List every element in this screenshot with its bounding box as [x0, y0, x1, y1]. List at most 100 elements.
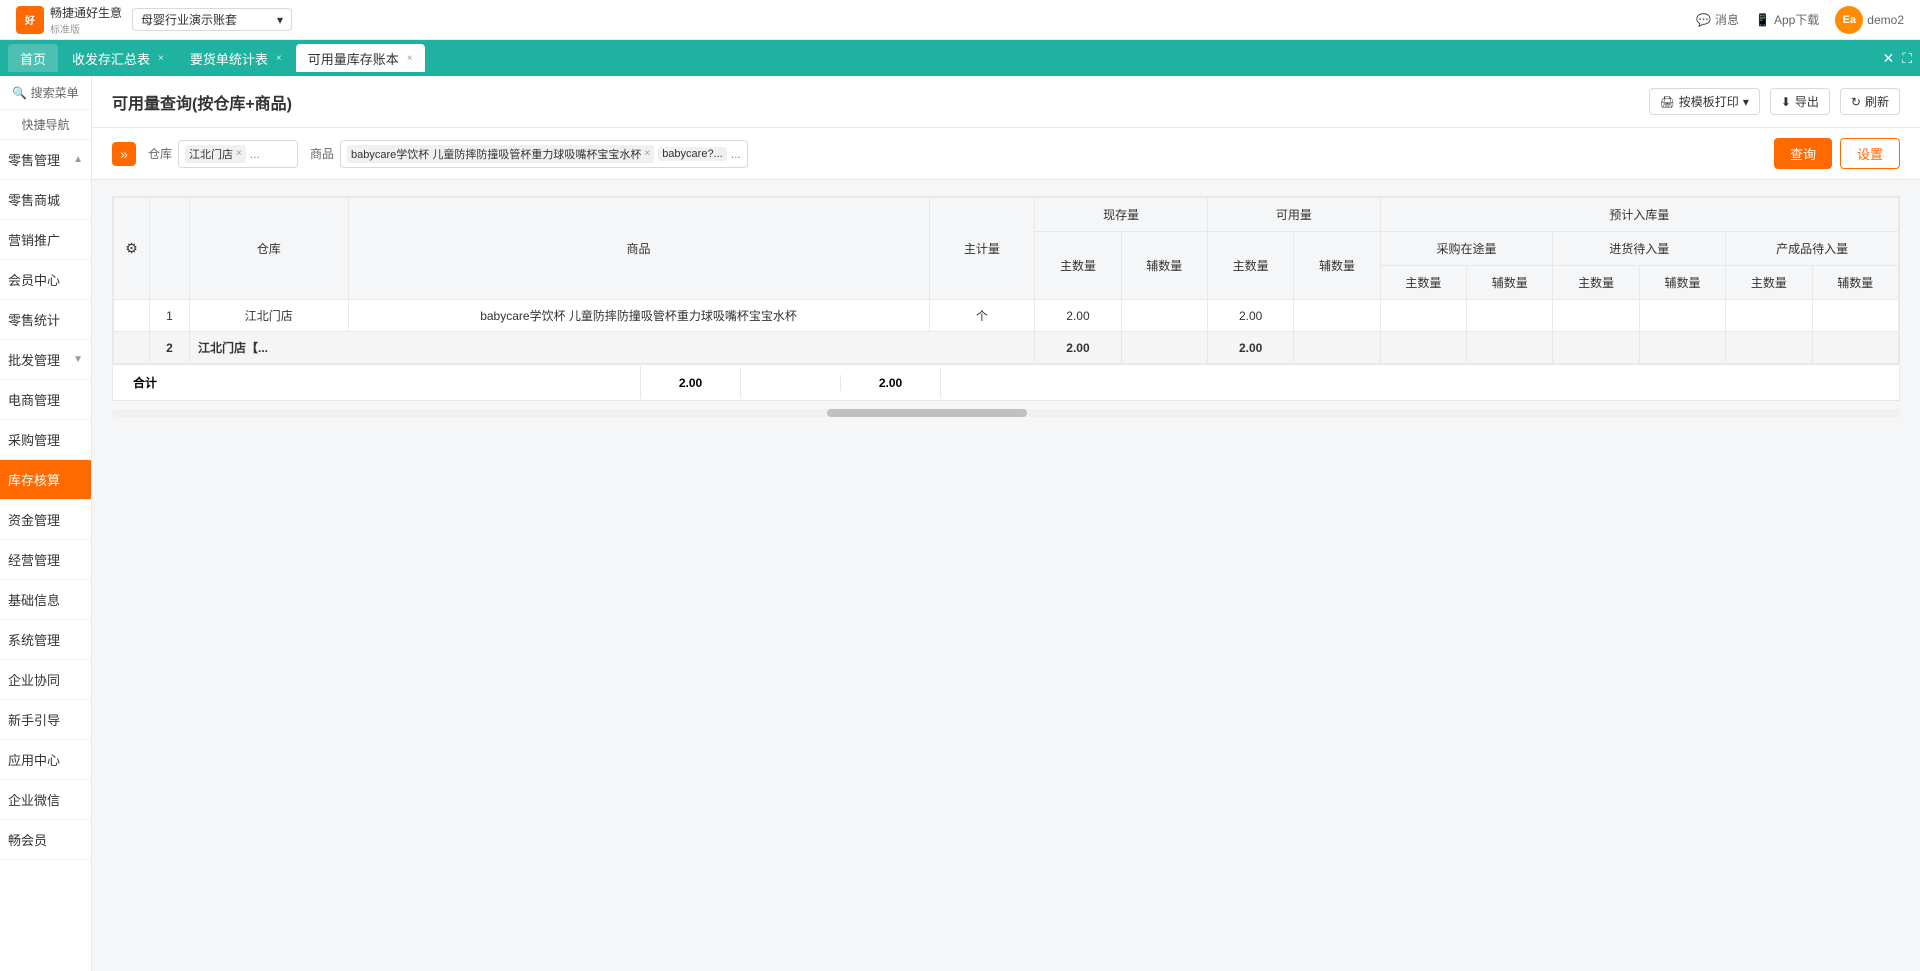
scrollbar-thumb[interactable] [827, 409, 1027, 417]
expand-icon[interactable]: ⛶ [1902, 50, 1912, 67]
user-area[interactable]: Ea demo2 [1835, 6, 1904, 34]
industry-selector[interactable]: 母婴行业演示账套 ▾ [132, 8, 292, 31]
table-row: 1 江北门店 babycare学饮杯 儿童防摔防撞吸管杯重力球吸嘴杯宝宝水杯 个… [114, 300, 1899, 332]
col-purchase-main-header: 主数量 [1380, 266, 1466, 300]
warehouse-more-btn[interactable]: ... [250, 147, 260, 161]
row-production-main-cell [1726, 300, 1812, 332]
app-download-btn[interactable]: 📱 App下载 [1755, 11, 1819, 28]
top-bar-left: 好 畅捷通好生意 标准版 母婴行业演示账套 ▾ [16, 4, 292, 36]
row-unit-cell: 个 [929, 300, 1035, 332]
tab-actions: ✕ ⛶ [1882, 50, 1912, 67]
chevron-down-icon-wholesale: ▼ [73, 354, 83, 365]
expand-arrows-icon: » [120, 146, 128, 162]
footer-avail-main: 2.00 [841, 368, 941, 398]
col-avail-aux-header: 辅数量 [1294, 232, 1380, 300]
product-tag-close[interactable]: × [644, 148, 650, 159]
product-label: 商品 [310, 145, 334, 162]
warehouse-tag-close[interactable]: × [236, 148, 242, 159]
settings-btn[interactable]: 设置 [1840, 138, 1900, 169]
sidebar-item-retail-stats[interactable]: 零售统计 [0, 300, 91, 340]
message-btn[interactable]: 💬 消息 [1696, 11, 1739, 28]
warehouse-label: 仓库 [148, 145, 172, 162]
row-settings-cell [114, 300, 150, 332]
warehouse-filter-tags[interactable]: 江北门店 × ... [178, 140, 298, 168]
scroll-area[interactable]: ⚙ 仓库 商品 主计量 现存量 [112, 196, 1900, 365]
export-btn[interactable]: ⬇ 导出 [1770, 88, 1830, 115]
sidebar-item-operations[interactable]: 经营管理 [0, 540, 91, 580]
scrollbar-track[interactable] [112, 409, 1900, 417]
sidebar-item-purchase[interactable]: 采购管理 [0, 420, 91, 460]
row-production-aux-cell [1812, 300, 1899, 332]
chevron-down-print: ▾ [1743, 95, 1749, 109]
logo-text: 畅捷通好生意 [50, 4, 122, 21]
sidebar-item-finance[interactable]: 资金管理 [0, 500, 91, 540]
sidebar-item-collab-label: 企业协同 [8, 670, 60, 689]
sidebar-item-purchase-label: 采购管理 [8, 430, 60, 449]
refresh-icon: ↻ [1851, 95, 1861, 109]
sidebar-item-appstore-label: 应用中心 [8, 750, 60, 769]
row-stock-aux-cell [1121, 300, 1207, 332]
avatar: Ea [1835, 6, 1863, 34]
row-incoming-main-cell [1553, 300, 1639, 332]
sidebar-search[interactable]: 🔍 搜索菜单 [0, 76, 91, 110]
chevron-up-icon: ▲ [73, 154, 83, 165]
sidebar-item-newuser[interactable]: 新手引导 [0, 700, 91, 740]
product-tag2-text: babycare?... [662, 148, 723, 160]
sidebar-item-marketing[interactable]: 营销推广 [0, 220, 91, 260]
sidebar-item-system[interactable]: 系统管理 [0, 620, 91, 660]
tab-available-close[interactable]: × [407, 53, 413, 64]
product-tag-text: babycare学饮杯 儿童防摔防撞吸管杯重力球吸嘴杯宝宝水杯 [351, 146, 641, 162]
sidebar-item-marketing-label: 营销推广 [8, 230, 60, 249]
group-purchase-aux-cell [1467, 332, 1553, 364]
tab-receive-close[interactable]: × [158, 53, 164, 64]
sidebar-item-member-plus-label: 畅会员 [8, 830, 47, 849]
sidebar-item-wholesale[interactable]: 批发管理 ▼ [0, 340, 91, 380]
refresh-btn[interactable]: ↻ 刷新 [1840, 88, 1900, 115]
tab-requisition-close[interactable]: × [276, 53, 282, 64]
warehouse-tag-text: 江北门店 [189, 146, 233, 162]
group-stock-aux-cell [1121, 332, 1207, 364]
product-filter-tags[interactable]: babycare学饮杯 儿童防摔防撞吸管杯重力球吸嘴杯宝宝水杯 × babyca… [340, 140, 748, 168]
logo-area: 好 畅捷通好生意 标准版 [16, 4, 122, 36]
sidebar-item-member[interactable]: 会员中心 [0, 260, 91, 300]
tab-home[interactable]: 首页 [8, 44, 58, 72]
filter-bar: » 仓库 江北门店 × ... 商品 babycare学饮杯 儿童防摔防撞吸管杯… [92, 128, 1920, 180]
sidebar-item-wechat-work[interactable]: 企业微信 [0, 780, 91, 820]
sidebar-item-collab[interactable]: 企业协同 [0, 660, 91, 700]
col-settings-header[interactable]: ⚙ [114, 198, 150, 300]
group-incoming-main-cell [1553, 332, 1639, 364]
sidebar-item-appstore[interactable]: 应用中心 [0, 740, 91, 780]
export-label: 导出 [1795, 93, 1819, 110]
app-download-label: App下载 [1774, 11, 1819, 28]
logo-text-block: 畅捷通好生意 标准版 [50, 4, 122, 36]
sidebar-item-basics[interactable]: 基础信息 [0, 580, 91, 620]
tab-receive-summary[interactable]: 收发存汇总表 × [60, 44, 176, 72]
content-area: 可用量查询(按仓库+商品) 🖨 按模板打印 ▾ ⬇ 导出 ↻ 刷新 [92, 76, 1920, 971]
message-label: 消息 [1715, 11, 1739, 28]
data-table: ⚙ 仓库 商品 主计量 现存量 [113, 197, 1899, 364]
col-index-header [150, 198, 190, 300]
print-btn[interactable]: 🖨 按模板打印 ▾ [1649, 88, 1760, 115]
sidebar-quick-nav[interactable]: 快捷导航 [0, 110, 91, 140]
product-more-btn[interactable]: ... [731, 147, 741, 161]
sidebar-item-inventory-label: 库存核算 [8, 470, 60, 489]
group-settings-cell [114, 332, 150, 364]
close-all-icon[interactable]: ✕ [1882, 50, 1894, 67]
filter-expand-btn[interactable]: » [112, 142, 136, 166]
col-production-main-header: 主数量 [1726, 266, 1812, 300]
row-index-cell: 1 [150, 300, 190, 332]
row-purchase-aux-cell [1467, 300, 1553, 332]
sidebar-item-member-plus[interactable]: 畅会员 [0, 820, 91, 860]
group-production-aux-cell [1812, 332, 1899, 364]
sidebar-item-retail-mgmt[interactable]: 零售管理 ▲ [0, 140, 91, 180]
sidebar-item-retail-mall[interactable]: 零售商城 [0, 180, 91, 220]
sidebar-item-inventory[interactable]: 库存核算 [0, 460, 91, 500]
printer-icon: 🖨 [1660, 95, 1675, 109]
search-icon: 🔍 [12, 86, 27, 100]
filter-actions: 查询 设置 [1774, 138, 1900, 169]
sidebar-quick-nav-label: 快捷导航 [21, 118, 69, 132]
sidebar-item-ecommerce[interactable]: 电商管理 [0, 380, 91, 420]
tab-available-stock[interactable]: 可用量库存账本 × [296, 44, 425, 72]
query-btn[interactable]: 查询 [1774, 138, 1832, 169]
tab-requisition-stats[interactable]: 要货单统计表 × [178, 44, 294, 72]
